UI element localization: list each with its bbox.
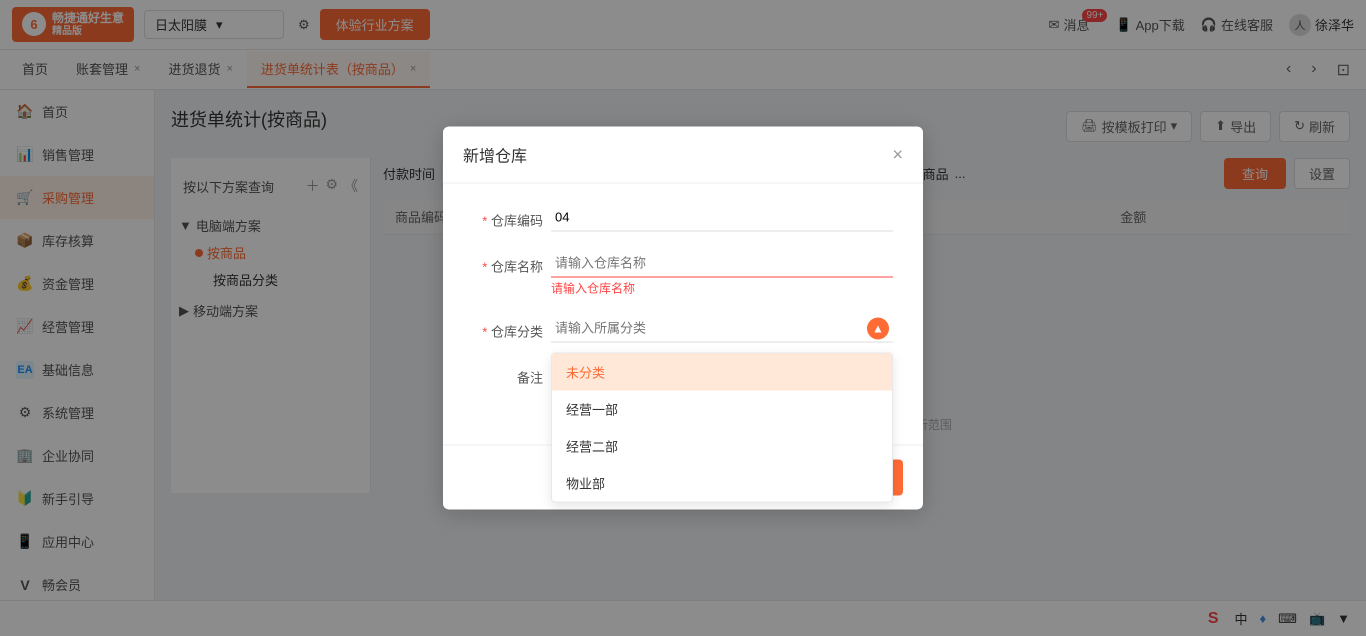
modal-close-button[interactable]: × bbox=[892, 144, 903, 165]
warehouse-name-input[interactable] bbox=[551, 250, 893, 278]
form-row-name: * 仓库名称 请输入仓库名称 bbox=[473, 250, 893, 297]
category-required-star: * bbox=[482, 325, 487, 340]
warehouse-category-input[interactable] bbox=[551, 315, 893, 343]
new-warehouse-modal: 新增仓库 × * 仓库编码 * 仓库名称 请输入仓库名称 bbox=[443, 127, 923, 510]
modal-body: * 仓库编码 * 仓库名称 请输入仓库名称 * 仓库分类 bbox=[443, 184, 923, 445]
category-control-wrap: ▲ 未分类 经营一部 经营二部 物业部 bbox=[551, 315, 893, 343]
modal-title: 新增仓库 bbox=[463, 143, 527, 167]
name-required-star: * bbox=[482, 260, 487, 275]
name-label: * 仓库名称 bbox=[473, 250, 543, 276]
warehouse-code-input[interactable] bbox=[551, 204, 893, 232]
dropdown-item-dept3[interactable]: 物业部 bbox=[552, 465, 892, 502]
note-label: 备注 bbox=[473, 361, 543, 387]
form-row-category: * 仓库分类 ▲ 未分类 经营一部 经营二部 物业部 bbox=[473, 315, 893, 343]
category-dropdown-list: 未分类 经营一部 经营二部 物业部 bbox=[551, 353, 893, 503]
code-control-wrap bbox=[551, 204, 893, 232]
name-error-message: 请输入仓库名称 bbox=[551, 280, 893, 297]
category-dropdown-toggle[interactable]: ▲ bbox=[867, 318, 889, 340]
form-row-code: * 仓库编码 bbox=[473, 204, 893, 232]
name-control-wrap: 请输入仓库名称 bbox=[551, 250, 893, 297]
code-label: * 仓库编码 bbox=[473, 204, 543, 230]
dropdown-item-dept2[interactable]: 经营二部 bbox=[552, 428, 892, 465]
modal-header: 新增仓库 × bbox=[443, 127, 923, 184]
dropdown-item-uncategorized[interactable]: 未分类 bbox=[552, 354, 892, 391]
code-required-star: * bbox=[482, 214, 487, 229]
category-label: * 仓库分类 bbox=[473, 315, 543, 341]
dropdown-item-dept1[interactable]: 经营一部 bbox=[552, 391, 892, 428]
